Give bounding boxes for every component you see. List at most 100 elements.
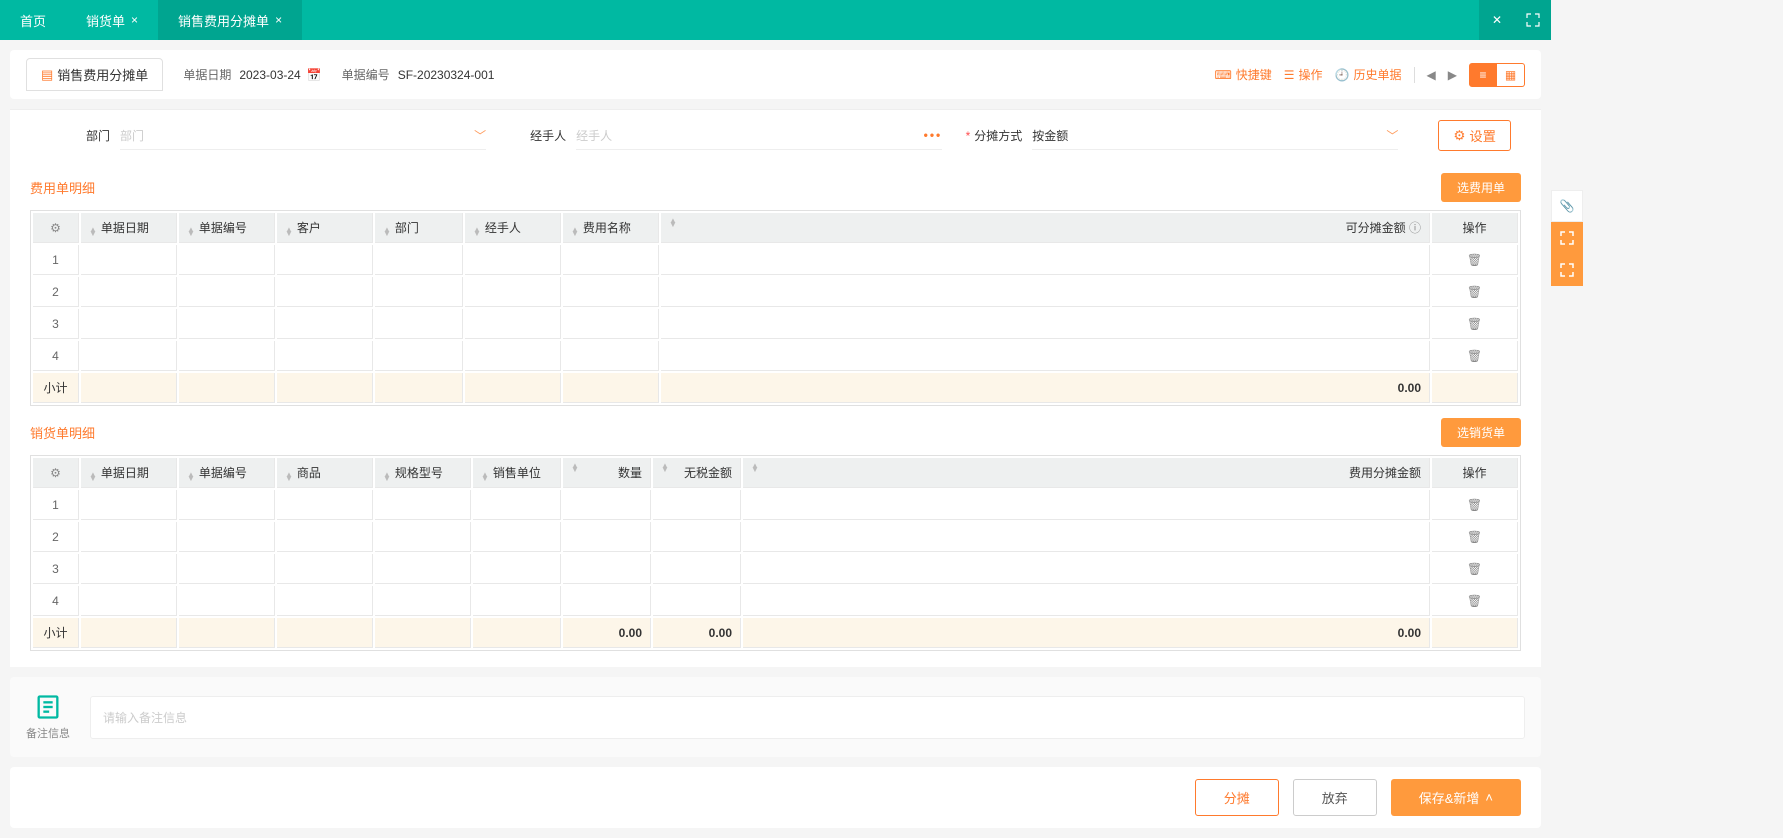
col-fee-name[interactable]: ▲▼费用名称 — [563, 213, 659, 243]
close-icon[interactable]: × — [275, 13, 282, 27]
window-close-icon[interactable]: ✕ — [1479, 0, 1515, 40]
table-row[interactable]: 4🗑 — [33, 586, 1518, 616]
col-qty[interactable]: ▲▼数量 — [563, 458, 651, 488]
col-dept[interactable]: ▲▼部门 — [375, 213, 463, 243]
trash-icon[interactable]: 🗑 — [1467, 349, 1482, 363]
tab-home[interactable]: 首页 — [0, 0, 66, 40]
attachment-icon[interactable]: 📎 — [1551, 190, 1583, 222]
remarks-label: 备注信息 — [26, 725, 70, 741]
gear-icon: ⚙ — [50, 466, 61, 480]
sort-icon: ▲▼ — [751, 464, 759, 472]
allocate-button[interactable]: 分摊 — [1195, 779, 1279, 816]
gear-icon: ⚙ — [50, 221, 61, 235]
nav-next-icon[interactable]: ▶ — [1448, 68, 1457, 82]
gear-icon: ⚙ — [1453, 128, 1465, 144]
doc-no-label: 单据编号 — [342, 66, 390, 83]
history-link[interactable]: 🕘历史单据 — [1335, 66, 1402, 83]
alloc-value: 按金额 — [1032, 127, 1068, 144]
expand-icon[interactable] — [1551, 222, 1583, 254]
dept-placeholder: 部门 — [120, 127, 144, 144]
sort-icon: ▲▼ — [285, 228, 293, 236]
footer-bar: 分摊 放弃 保存&新增˄ — [10, 767, 1541, 828]
dept-label: 部门 — [40, 127, 120, 144]
select-fee-bill-button[interactable]: 选费用单 — [1441, 173, 1521, 202]
trash-icon[interactable]: 🗑 — [1467, 317, 1482, 331]
discard-button[interactable]: 放弃 — [1293, 779, 1377, 816]
table-row[interactable]: 4🗑 — [33, 341, 1518, 371]
col-spec[interactable]: ▲▼规格型号 — [375, 458, 471, 488]
col-product[interactable]: ▲▼商品 — [277, 458, 373, 488]
table-row[interactable]: 3🗑 — [33, 309, 1518, 339]
col-unit[interactable]: ▲▼销售单位 — [473, 458, 561, 488]
date-label: 单据日期 — [183, 66, 231, 83]
doc-no-value: SF-20230324-001 — [398, 68, 495, 82]
col-alloc-amount[interactable]: ▲▼可分摊金额 ⓘ — [661, 213, 1430, 243]
col-date[interactable]: ▲▼单据日期 — [81, 458, 177, 488]
trash-icon[interactable]: 🗑 — [1467, 285, 1482, 299]
view-list-button[interactable]: ≡ — [1469, 63, 1497, 87]
expand-icon-2[interactable] — [1551, 254, 1583, 286]
chevron-down-icon: ﹀ — [1386, 127, 1398, 144]
tab-label: 首页 — [20, 11, 46, 30]
table-row[interactable]: 1🗑 — [33, 490, 1518, 520]
remarks-panel: 备注信息 请输入备注信息 — [10, 677, 1541, 757]
section-title: 销货单明细 — [30, 423, 95, 442]
trash-icon[interactable]: 🗑 — [1467, 594, 1482, 608]
sort-icon: ▲▼ — [383, 473, 391, 481]
table-settings-header[interactable]: ⚙ — [33, 458, 79, 488]
settings-button[interactable]: ⚙设置 — [1438, 120, 1511, 151]
table-row[interactable]: 2🗑 — [33, 277, 1518, 307]
save-and-new-button[interactable]: 保存&新增˄ — [1391, 779, 1521, 816]
sort-icon: ▲▼ — [89, 473, 97, 481]
subtotal-alloc: 0.00 — [743, 618, 1430, 648]
table-row[interactable]: 3🗑 — [33, 554, 1518, 584]
sort-icon: ▲▼ — [383, 228, 391, 236]
sort-icon: ▲▼ — [187, 473, 195, 481]
more-icon: ••• — [924, 128, 943, 142]
alloc-method-select[interactable]: 按金额 ﹀ — [1032, 122, 1398, 150]
trash-icon[interactable]: 🗑 — [1467, 562, 1482, 576]
fee-detail-section: 费用单明细 选费用单 ⚙ ▲▼单据日期 ▲▼单据编号 ▲▼客户 ▲▼部门 ▲▼经… — [10, 161, 1541, 406]
date-value[interactable]: 2023-03-24 — [239, 68, 300, 82]
table-row[interactable]: 2🗑 — [33, 522, 1518, 552]
dept-select[interactable]: 部门 ﹀ — [120, 122, 486, 150]
select-sales-bill-button[interactable]: 选销货单 — [1441, 418, 1521, 447]
sort-icon: ▲▼ — [285, 473, 293, 481]
col-notax[interactable]: ▲▼无税金额 — [653, 458, 741, 488]
notes-icon — [34, 693, 62, 721]
table-row[interactable]: 1🗑 — [33, 245, 1518, 275]
tab-sales-fee-allocation[interactable]: 销售费用分摊单 × — [158, 0, 302, 40]
tab-sales-order[interactable]: 销货单× — [66, 0, 158, 40]
tab-label: 销售费用分摊单 — [178, 11, 269, 30]
close-icon[interactable]: × — [131, 13, 138, 27]
col-fee-alloc[interactable]: ▲▼费用分摊金额 — [743, 458, 1430, 488]
col-date[interactable]: ▲▼单据日期 — [81, 213, 177, 243]
subtotal-row: 小计0.000.000.00 — [33, 618, 1518, 648]
document-type-tab[interactable]: ▤ 销售费用分摊单 — [26, 58, 163, 91]
col-handler[interactable]: ▲▼经手人 — [465, 213, 561, 243]
fee-detail-table: ⚙ ▲▼单据日期 ▲▼单据编号 ▲▼客户 ▲▼部门 ▲▼经手人 ▲▼费用名称 ▲… — [30, 210, 1521, 406]
alloc-label: *分摊方式 — [952, 127, 1032, 144]
table-settings-header[interactable]: ⚙ — [33, 213, 79, 243]
sort-icon: ▲▼ — [187, 228, 195, 236]
col-customer[interactable]: ▲▼客户 — [277, 213, 373, 243]
view-grid-button[interactable]: ▦ — [1497, 63, 1525, 87]
sort-icon: ▲▼ — [481, 473, 489, 481]
list-icon: ☰ — [1284, 68, 1295, 82]
subtotal-notax: 0.00 — [653, 618, 741, 648]
nav-prev-icon[interactable]: ◀ — [1427, 68, 1436, 82]
operations-link[interactable]: ☰操作 — [1284, 66, 1323, 83]
trash-icon[interactable]: 🗑 — [1467, 498, 1482, 512]
help-icon[interactable]: ⓘ — [1409, 221, 1421, 235]
trash-icon[interactable]: 🗑 — [1467, 253, 1482, 267]
trash-icon[interactable]: 🗑 — [1467, 530, 1482, 544]
col-no[interactable]: ▲▼单据编号 — [179, 458, 275, 488]
shortcut-link[interactable]: ⌨快捷键 — [1214, 66, 1271, 83]
handler-select[interactable]: 经手人 ••• — [576, 122, 942, 150]
document-icon: ▤ — [41, 67, 53, 83]
fullscreen-icon[interactable] — [1515, 0, 1551, 40]
col-no[interactable]: ▲▼单据编号 — [179, 213, 275, 243]
document-title: 销售费用分摊单 — [57, 65, 148, 84]
remarks-input[interactable]: 请输入备注信息 — [90, 696, 1525, 739]
calendar-icon[interactable]: 📅 — [307, 68, 322, 82]
